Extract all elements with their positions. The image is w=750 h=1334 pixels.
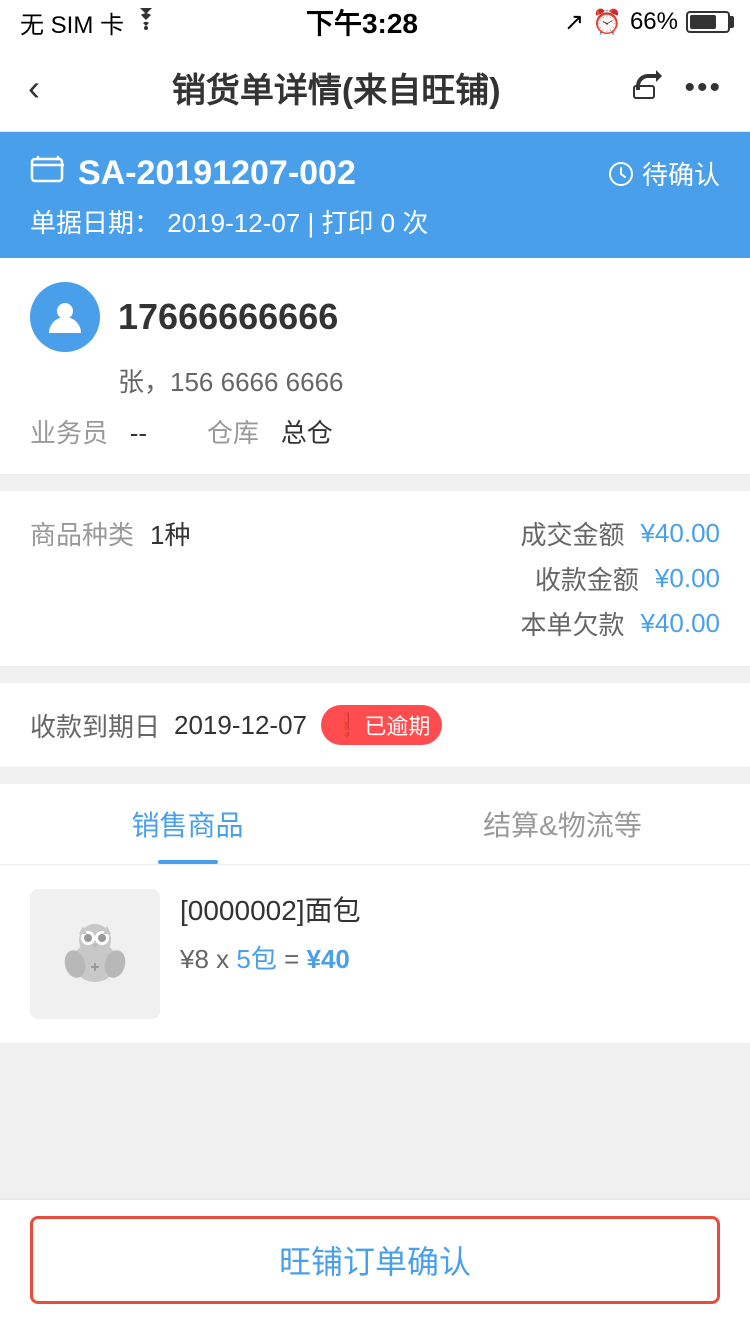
print-info: | 打印 0 次 xyxy=(307,208,428,238)
customer-meta: 业务员 -- 仓库 总仓 xyxy=(30,413,720,450)
due-date-label: 收款到期日 xyxy=(30,707,160,744)
customer-avatar xyxy=(30,282,100,352)
deal-amount-label: 成交金额 xyxy=(520,515,624,552)
date-label: 单据日期： xyxy=(30,208,160,238)
wifi-icon xyxy=(132,8,160,37)
section-divider-3 xyxy=(0,768,750,784)
tab-active-indicator xyxy=(158,860,218,864)
tab-settlement[interactable]: 结算&物流等 xyxy=(375,784,750,864)
product-qty: 5包 xyxy=(236,944,276,974)
warehouse-spacer xyxy=(266,418,273,448)
warehouse-label: 仓库 xyxy=(207,418,259,448)
product-name: [0000002]面包 xyxy=(180,889,720,929)
overdue-icon: ❗ xyxy=(333,712,360,738)
customer-top: 17666666666 xyxy=(30,282,720,352)
overdue-text: 已逾期 xyxy=(364,709,430,741)
nav-bar: ‹ 销货单详情(来自旺铺) ••• xyxy=(0,44,750,132)
payment-row: 收款金额 ¥0.00 xyxy=(535,560,720,597)
amount-section: 商品种类 1种 成交金额 ¥40.00 收款金额 ¥0.00 本单欠款 ¥40.… xyxy=(0,491,750,667)
product-type: 商品种类 1种 xyxy=(30,515,190,552)
payment-value: ¥0.00 xyxy=(655,563,720,594)
owed-row: 本单欠款 ¥40.00 xyxy=(520,605,720,642)
product-type-value: 1种 xyxy=(150,515,190,552)
order-status: 待确认 xyxy=(608,155,720,192)
product-item: [0000002]面包 ¥8 x 5包 = ¥40 xyxy=(30,889,720,1019)
overdue-badge: ❗ 已逾期 xyxy=(321,705,442,745)
nav-actions: ••• xyxy=(632,68,722,108)
product-thumbnail xyxy=(30,889,160,1019)
payment-label: 收款金额 xyxy=(535,560,639,597)
deal-amount-value: ¥40.00 xyxy=(640,518,720,549)
deal-amount-row: 成交金额 ¥40.00 xyxy=(520,515,720,552)
tab-settlement-label: 结算&物流等 xyxy=(483,804,642,844)
confirm-button-area: 旺铺订单确认 xyxy=(0,1198,750,1334)
status-left: 无 SIM 卡 xyxy=(20,5,160,40)
product-price-base: ¥8 x xyxy=(180,944,236,974)
order-date-row: 单据日期： 2019-12-07 | 打印 0 次 xyxy=(30,203,720,240)
order-date: 2019-12-07 xyxy=(167,208,300,238)
tabs-row: 销售商品 结算&物流等 xyxy=(0,784,750,864)
sales-info: 业务员 -- xyxy=(30,413,147,450)
tabs-section: 销售商品 结算&物流等 xyxy=(0,784,750,865)
status-right: ↗ ⏰ 66% xyxy=(564,8,730,37)
product-list: [0000002]面包 ¥8 x 5包 = ¥40 xyxy=(0,865,750,1043)
warehouse-value: 总仓 xyxy=(281,418,333,448)
product-info: [0000002]面包 ¥8 x 5包 = ¥40 xyxy=(180,889,720,976)
alarm-icon: ⏰ xyxy=(592,8,622,37)
product-thumb-owl-icon xyxy=(55,910,135,999)
owed-value: ¥40.00 xyxy=(640,608,720,639)
battery-icon xyxy=(686,11,730,33)
section-divider-1 xyxy=(0,475,750,491)
confirm-order-button[interactable]: 旺铺订单确认 xyxy=(30,1216,720,1304)
order-id-text: SA-20191207-002 xyxy=(78,154,356,193)
sales-label: 业务员 xyxy=(30,418,108,448)
customer-phone: 17666666666 xyxy=(118,296,338,338)
order-id: SA-20191207-002 xyxy=(30,154,356,193)
page-title: 销货单详情(来自旺铺) xyxy=(172,63,501,112)
product-total: ¥40 xyxy=(307,944,350,974)
due-date-value: 2019-12-07 xyxy=(174,710,307,741)
amount-left: 商品种类 1种 xyxy=(30,515,190,552)
warehouse-info: 仓库 总仓 xyxy=(207,413,333,450)
tab-sales[interactable]: 销售商品 xyxy=(0,784,375,864)
back-button[interactable]: ‹ xyxy=(28,67,40,109)
more-button[interactable]: ••• xyxy=(684,71,722,105)
share-button[interactable] xyxy=(632,68,664,108)
tab-sales-label: 销售商品 xyxy=(131,804,243,844)
status-time: 下午3:28 xyxy=(306,2,418,42)
order-banner: SA-20191207-002 待确认 单据日期： 2019-12-07 | 打… xyxy=(0,132,750,258)
product-price-row: ¥8 x 5包 = ¥40 xyxy=(180,939,720,976)
carrier-label: 无 SIM 卡 xyxy=(20,5,124,40)
sales-value: -- xyxy=(130,418,147,448)
battery-percent: 66% xyxy=(630,8,678,36)
owed-label: 本单欠款 xyxy=(520,605,624,642)
section-divider-2 xyxy=(0,667,750,683)
bottom-spacer xyxy=(0,1043,750,1203)
order-icon xyxy=(30,155,66,193)
customer-section: 17666666666 张，156 6666 6666 业务员 -- 仓库 总仓 xyxy=(0,258,750,475)
due-date-section: 收款到期日 2019-12-07 ❗ 已逾期 xyxy=(0,683,750,768)
status-bar: 无 SIM 卡 下午3:28 ↗ ⏰ 66% xyxy=(0,0,750,44)
amount-right: 成交金额 ¥40.00 收款金额 ¥0.00 本单欠款 ¥40.00 xyxy=(520,515,720,642)
sales-value-spacer xyxy=(115,418,122,448)
product-equals: = xyxy=(284,944,306,974)
order-status-text: 待确认 xyxy=(642,155,720,192)
product-type-label: 商品种类 xyxy=(30,515,134,552)
order-banner-top: SA-20191207-002 待确认 xyxy=(30,154,720,193)
customer-name: 张，156 6666 6666 xyxy=(118,362,720,399)
location-icon: ↗ xyxy=(564,8,584,37)
